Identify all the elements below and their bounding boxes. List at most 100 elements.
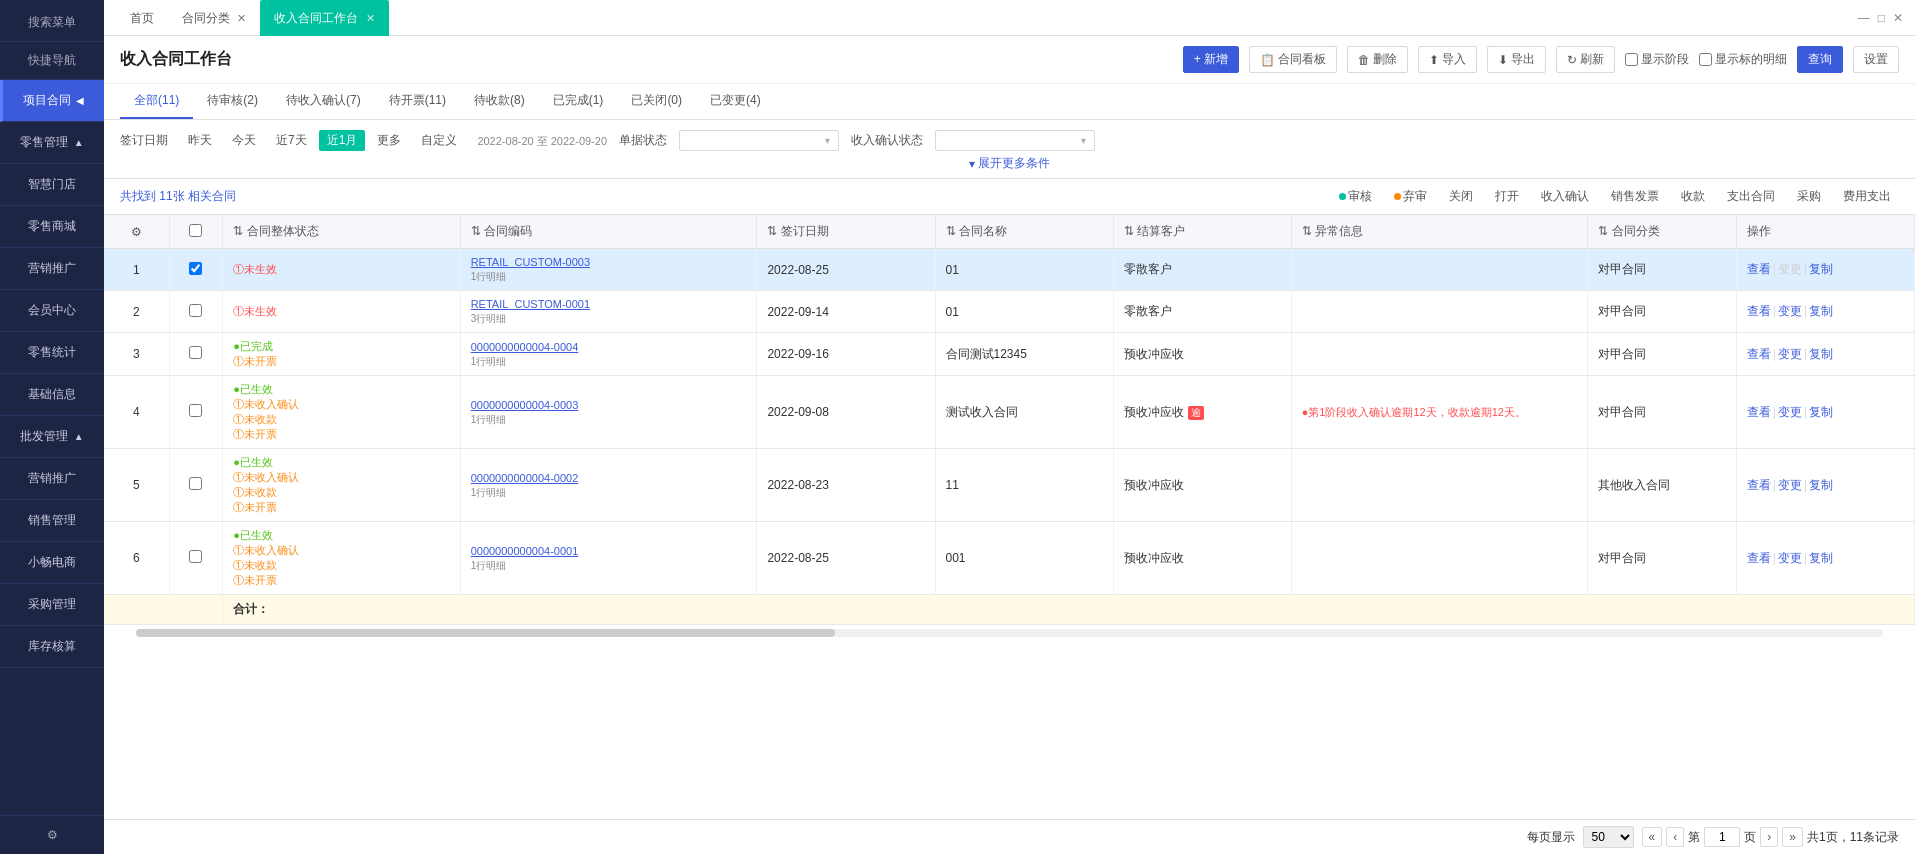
sales-invoice-button[interactable]: 销售发票 [1603,185,1667,208]
row-checkbox[interactable] [189,477,202,490]
close-contract-button[interactable]: 关闭 [1441,185,1481,208]
close-window-icon[interactable]: ✕ [1893,11,1903,25]
page-size-select[interactable]: 50 20 100 [1583,826,1634,848]
action-link-复制[interactable]: 复制 [1809,347,1833,361]
contract-code-link[interactable]: 0000000000004-0003 [471,399,579,411]
query-button[interactable]: 查询 [1797,46,1843,73]
sub-tab-pending-confirm[interactable]: 待收入确认(7) [272,84,375,119]
sub-tab-pending-invoice[interactable]: 待开票(11) [375,84,460,119]
sidebar-item-basic-info[interactable]: 基础信息 [0,374,104,416]
sidebar-item-sales-mgmt[interactable]: 销售管理 [0,500,104,542]
date-option-1month[interactable]: 近1月 [319,130,366,151]
income-confirm-select[interactable]: ▾ [935,130,1095,151]
action-link-查看[interactable]: 查看 [1747,347,1771,361]
tab-income-workbench[interactable]: 收入合同工作台 ✕ [260,0,388,36]
export-button[interactable]: ⬇ 导出 [1487,46,1546,73]
sidebar-item-retail-stats[interactable]: 零售统计 [0,332,104,374]
contract-code-link[interactable]: RETAIL_CUSTOM-0003 [471,256,590,268]
contract-code-link[interactable]: RETAIL_CUSTOM-0001 [471,298,590,310]
action-link-查看[interactable]: 查看 [1747,551,1771,565]
action-link-复制[interactable]: 复制 [1809,478,1833,492]
sidebar-item-marketing2[interactable]: 营销推广 [0,458,104,500]
close-contract-category-icon[interactable]: ✕ [237,12,246,24]
action-link-查看[interactable]: 查看 [1747,262,1771,276]
contract-board-button[interactable]: 📋 合同看板 [1249,46,1337,73]
next-page-button[interactable]: › [1760,827,1778,847]
abandon-audit-button[interactable]: 弃审 [1386,185,1435,208]
sidebar-item-xiaochang[interactable]: 小畅电商 [0,542,104,584]
contract-code-link[interactable]: 0000000000004-0002 [471,472,579,484]
row-checkbox[interactable] [189,550,202,563]
sidebar-item-retail-mgmt[interactable]: 零售管理 ▲ [0,122,104,164]
sidebar-item-wholesale[interactable]: 批发管理 ▲ [0,416,104,458]
sub-tab-changed[interactable]: 已变更(4) [696,84,775,119]
th-settings[interactable]: ⚙ [104,215,169,249]
first-page-button[interactable]: « [1642,827,1663,847]
sidebar-item-retail-mall[interactable]: 零售商城 [0,206,104,248]
show-stages-checkbox[interactable] [1625,53,1638,66]
sidebar-item-inventory[interactable]: 库存核算 [0,626,104,668]
select-all-checkbox[interactable] [189,224,202,237]
row-checkbox[interactable] [189,304,202,317]
date-option-yesterday[interactable]: 昨天 [180,130,220,151]
page-number-input[interactable] [1704,827,1740,847]
minimize-icon[interactable]: — [1858,11,1870,25]
purchase-button[interactable]: 采购 [1789,185,1829,208]
sub-tab-closed[interactable]: 已关闭(0) [617,84,696,119]
tab-home[interactable]: 首页 [116,0,168,36]
doc-status-select[interactable]: ▾ [679,130,839,151]
action-link-复制[interactable]: 复制 [1809,405,1833,419]
sub-tab-completed[interactable]: 已完成(1) [539,84,618,119]
action-link-查看[interactable]: 查看 [1747,304,1771,318]
row-checkbox[interactable] [189,404,202,417]
action-link-查看[interactable]: 查看 [1747,405,1771,419]
open-contract-button[interactable]: 打开 [1487,185,1527,208]
row-checkbox[interactable] [189,262,202,275]
action-link-复制[interactable]: 复制 [1809,262,1833,276]
action-link-变更[interactable]: 变更 [1778,551,1802,565]
sub-tab-all[interactable]: 全部(11) [120,84,193,119]
import-button[interactable]: ⬆ 导入 [1418,46,1477,73]
action-link-查看[interactable]: 查看 [1747,478,1771,492]
refresh-button[interactable]: ↻ 刷新 [1556,46,1615,73]
expand-filter-btn[interactable]: ▾ 展开更多条件 [969,155,1050,172]
contract-code-link[interactable]: 0000000000004-0001 [471,545,579,557]
show-stages-checkbox-label[interactable]: 显示阶段 [1625,51,1689,68]
sub-tab-pending-payment[interactable]: 待收款(8) [460,84,539,119]
action-link-复制[interactable]: 复制 [1809,551,1833,565]
sub-tab-pending-review[interactable]: 待审核(2) [193,84,272,119]
contract-code-link[interactable]: 0000000000004-0004 [471,341,579,353]
date-option-custom[interactable]: 自定义 [413,130,465,151]
row-checkbox[interactable] [189,346,202,359]
show-details-checkbox[interactable] [1699,53,1712,66]
sidebar-item-smart-store[interactable]: 智慧门店 [0,164,104,206]
expense-out-button[interactable]: 费用支出 [1835,185,1899,208]
horizontal-scrollbar[interactable] [136,629,1883,637]
date-option-7days[interactable]: 近7天 [268,130,315,151]
maximize-icon[interactable]: □ [1878,11,1885,25]
sidebar-item-member[interactable]: 会员中心 [0,290,104,332]
action-link-复制[interactable]: 复制 [1809,304,1833,318]
sidebar-item-project[interactable]: 项目合同 ◀ [0,80,104,122]
sidebar-item-purchase[interactable]: 采购管理 [0,584,104,626]
sidebar-item-marketing[interactable]: 营销推广 [0,248,104,290]
audit-button[interactable]: 审核 [1331,185,1380,208]
expense-contract-button[interactable]: 支出合同 [1719,185,1783,208]
action-link-变更[interactable]: 变更 [1778,262,1802,276]
date-option-more[interactable]: 更多 [369,130,409,151]
settings-button[interactable]: 设置 [1853,46,1899,73]
collect-payment-button[interactable]: 收款 [1673,185,1713,208]
tab-contract-category[interactable]: 合同分类 ✕ [168,0,260,36]
sidebar-settings[interactable]: ⚙ [0,815,104,854]
action-link-变更[interactable]: 变更 [1778,347,1802,361]
scrollbar-thumb[interactable] [136,629,835,637]
date-option-today[interactable]: 今天 [224,130,264,151]
last-page-button[interactable]: » [1782,827,1803,847]
income-confirm-button[interactable]: 收入确认 [1533,185,1597,208]
close-income-workbench-icon[interactable]: ✕ [366,12,375,24]
action-link-变更[interactable]: 变更 [1778,478,1802,492]
delete-button[interactable]: 🗑 删除 [1347,46,1408,73]
action-link-变更[interactable]: 变更 [1778,405,1802,419]
action-link-变更[interactable]: 变更 [1778,304,1802,318]
prev-page-button[interactable]: ‹ [1666,827,1684,847]
